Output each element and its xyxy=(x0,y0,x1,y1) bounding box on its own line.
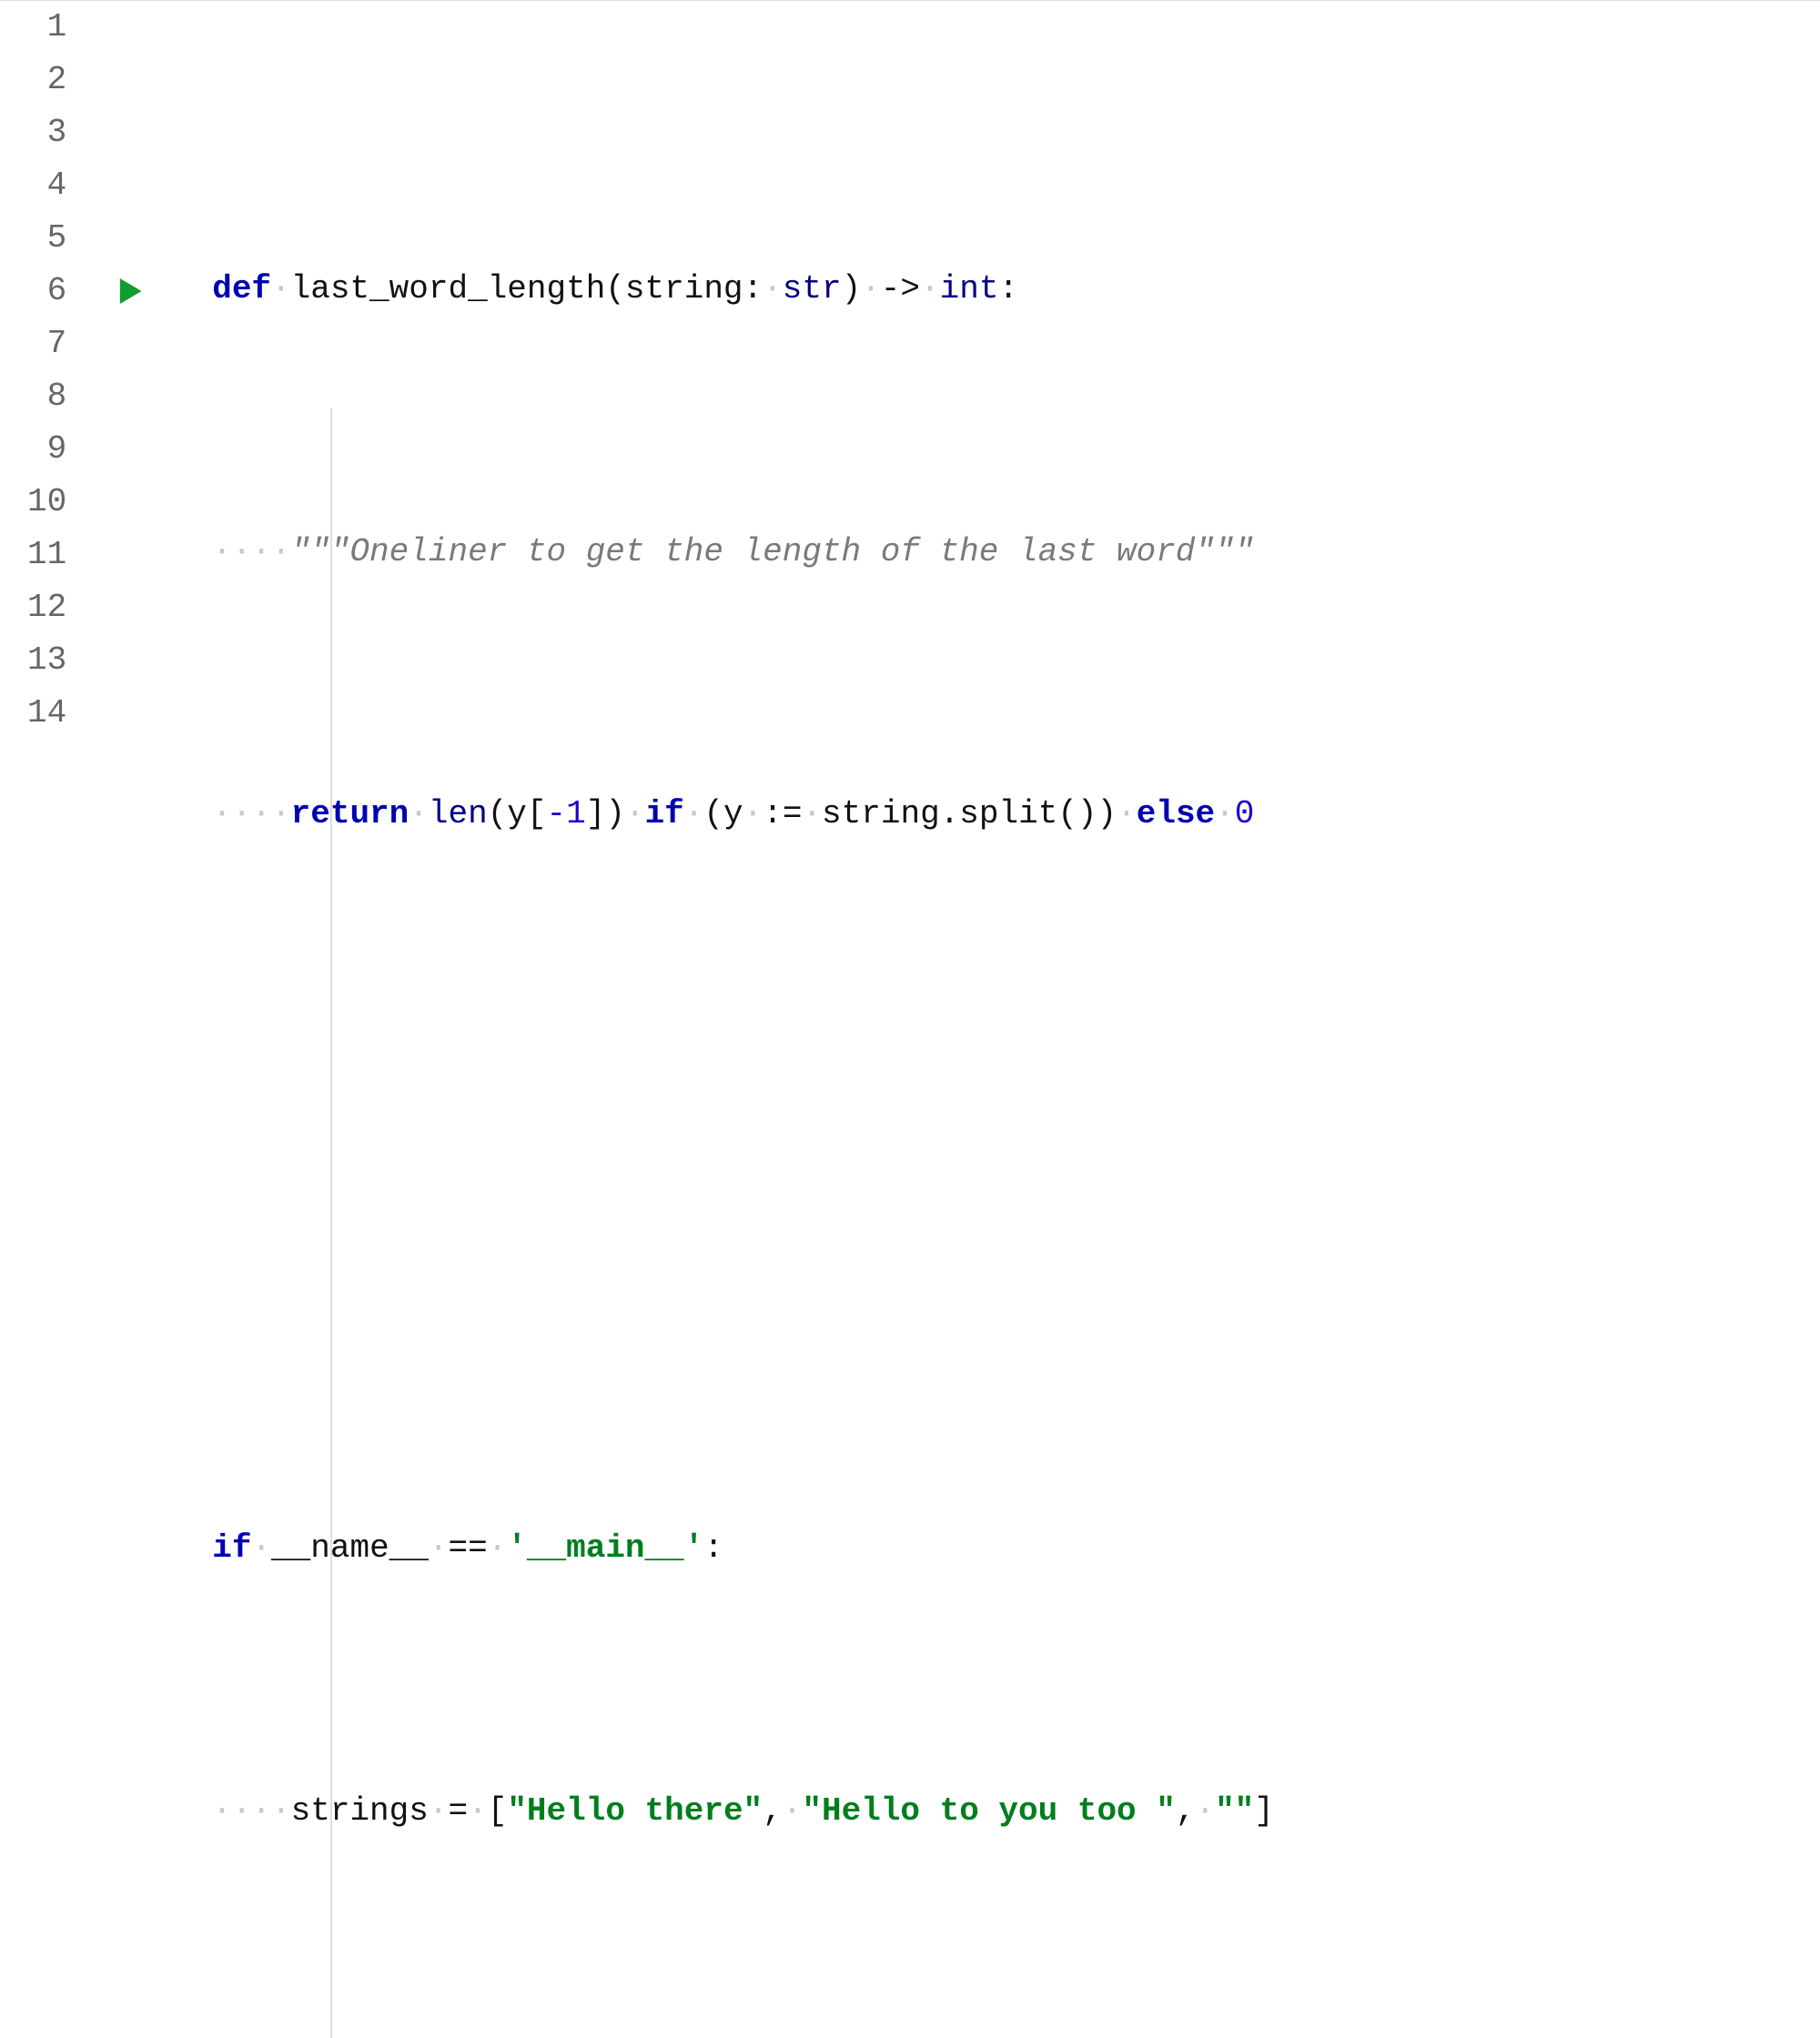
run-gutter-cell xyxy=(85,265,176,318)
line-number: 1 xyxy=(27,1,66,54)
code-line[interactable]: ····strings·=·["Hello there",·"Hello to … xyxy=(212,1785,1820,1838)
code-line[interactable]: ····"""Oneliner to get the length of the… xyxy=(212,525,1820,578)
line-number: 6 xyxy=(27,265,66,318)
code-line[interactable]: if·__name__·==·'__main__': xyxy=(212,1522,1820,1575)
line-number: 14 xyxy=(27,687,66,740)
line-number: 4 xyxy=(27,159,66,212)
line-number: 8 xyxy=(27,370,66,423)
line-number-gutter: 1 2 3 4 5 6 7 8 9 10 11 12 13 14 xyxy=(0,1,85,2038)
run-icon[interactable] xyxy=(117,278,143,304)
gutter-markers xyxy=(85,1,176,2038)
code-line[interactable]: ····return·len(y[-1])·if·(y·:=·string.sp… xyxy=(212,788,1820,841)
indent-guide xyxy=(330,409,332,2038)
line-number: 5 xyxy=(27,212,66,265)
code-line[interactable] xyxy=(212,1260,1820,1313)
code-line[interactable]: def·last_word_length(string:·str)·->·int… xyxy=(212,263,1820,316)
line-number: 10 xyxy=(27,476,66,529)
line-number: 11 xyxy=(27,529,66,581)
line-number: 2 xyxy=(27,54,66,106)
code-editor: 1 2 3 4 5 6 7 8 9 10 11 12 13 14 xyxy=(0,0,1820,2038)
line-number: 13 xyxy=(27,634,66,687)
code-area[interactable]: def·last_word_length(string:·str)·->·int… xyxy=(176,1,1820,2038)
line-number: 12 xyxy=(27,581,66,634)
line-number: 3 xyxy=(27,106,66,159)
line-number: 9 xyxy=(27,423,66,476)
line-number: 7 xyxy=(27,318,66,370)
code-line[interactable] xyxy=(212,1050,1820,1103)
